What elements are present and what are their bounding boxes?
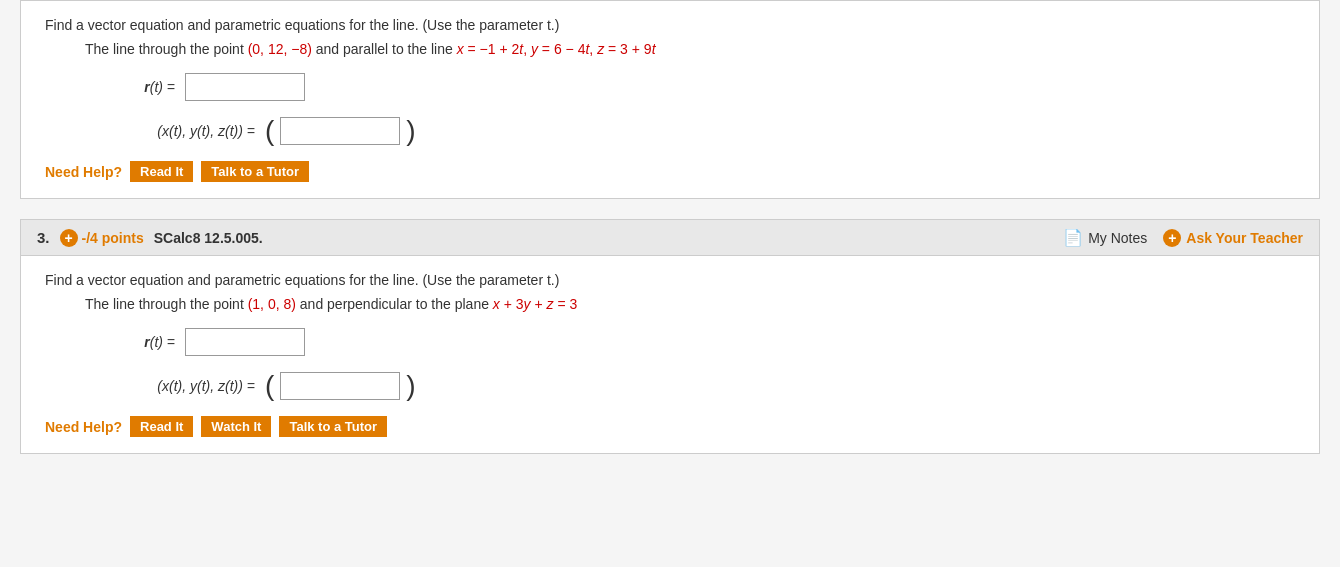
- problem3-header: 3. + -/4 points SCalc8 12.5.005. 📄 My No…: [21, 220, 1319, 256]
- problem2-paren-right: ): [406, 117, 415, 145]
- notes-icon: 📄: [1063, 228, 1083, 247]
- problem2-rt-row: r(t) =: [125, 73, 1295, 101]
- problem3-xyz-input[interactable]: [280, 372, 400, 400]
- problem2-statement: Find a vector equation and parametric eq…: [45, 17, 1295, 33]
- ask-teacher-link[interactable]: + Ask Your Teacher: [1163, 229, 1303, 247]
- problem3-rt-input[interactable]: [185, 328, 305, 356]
- problem3-plus-circle-icon: +: [60, 229, 78, 247]
- problem3-points-badge: + -/4 points: [60, 229, 144, 247]
- problem3-talk-tutor-button[interactable]: Talk to a Tutor: [279, 416, 387, 437]
- problem3-xyz-label: (x(t), y(t), z(t)) =: [125, 378, 255, 394]
- problem3-rt-row: r(t) =: [125, 328, 1295, 356]
- problem2-need-help-label: Need Help?: [45, 164, 122, 180]
- problem2-talk-tutor-button[interactable]: Talk to a Tutor: [201, 161, 309, 182]
- problem3-points: -/4 points: [82, 230, 144, 246]
- problem3-xyz-row: (x(t), y(t), z(t)) = ( ): [125, 372, 1295, 400]
- problem3-statement: Find a vector equation and parametric eq…: [45, 272, 1295, 288]
- problem2-partial: Find a vector equation and parametric eq…: [20, 0, 1320, 199]
- my-notes-label: My Notes: [1088, 230, 1147, 246]
- problem3-read-it-button[interactable]: Read It: [130, 416, 193, 437]
- problem3-watch-it-button[interactable]: Watch It: [201, 416, 271, 437]
- problem2-xyz-row: (x(t), y(t), z(t)) = ( ): [125, 117, 1295, 145]
- problem3-paren-left: (: [265, 372, 274, 400]
- problem3-body: Find a vector equation and parametric eq…: [21, 256, 1319, 453]
- page-wrapper: Find a vector equation and parametric eq…: [0, 0, 1340, 567]
- section-divider: [0, 199, 1340, 219]
- ask-teacher-plus-icon: +: [1163, 229, 1181, 247]
- problem3-subtext: The line through the point (1, 0, 8) and…: [85, 296, 1295, 312]
- problem2-rt-input[interactable]: [185, 73, 305, 101]
- problem3-header-left: 3. + -/4 points SCalc8 12.5.005.: [37, 229, 263, 247]
- my-notes-link[interactable]: 📄 My Notes: [1063, 228, 1147, 247]
- problem3-id: SCalc8 12.5.005.: [154, 230, 263, 246]
- problem2-paren-left: (: [265, 117, 274, 145]
- problem2-read-it-button[interactable]: Read It: [130, 161, 193, 182]
- problem3-section: 3. + -/4 points SCalc8 12.5.005. 📄 My No…: [20, 219, 1320, 454]
- problem2-xyz-input[interactable]: [280, 117, 400, 145]
- problem2-need-help-row: Need Help? Read It Talk to a Tutor: [45, 161, 1295, 182]
- problem3-plane-eq: x + 3y + z = 3: [493, 296, 577, 312]
- problem3-need-help-row: Need Help? Read It Watch It Talk to a Tu…: [45, 416, 1295, 437]
- problem3-rt-label: r(t) =: [125, 334, 175, 350]
- problem3-number: 3.: [37, 229, 50, 246]
- problem2-rt-label: r(t) =: [125, 79, 175, 95]
- problem2-subtext: The line through the point (0, 12, −8) a…: [85, 41, 1295, 57]
- problem3-header-right: 📄 My Notes + Ask Your Teacher: [1063, 228, 1303, 247]
- problem2-point: (0, 12, −8): [248, 41, 312, 57]
- problem3-paren-right: ): [406, 372, 415, 400]
- problem2-line-eq: x = −1 + 2t, y = 6 − 4t, z = 3 + 9t: [457, 41, 656, 57]
- ask-teacher-label: Ask Your Teacher: [1186, 230, 1303, 246]
- problem2-xyz-label: (x(t), y(t), z(t)) =: [125, 123, 255, 139]
- problem3-need-help-label: Need Help?: [45, 419, 122, 435]
- problem3-point: (1, 0, 8): [248, 296, 296, 312]
